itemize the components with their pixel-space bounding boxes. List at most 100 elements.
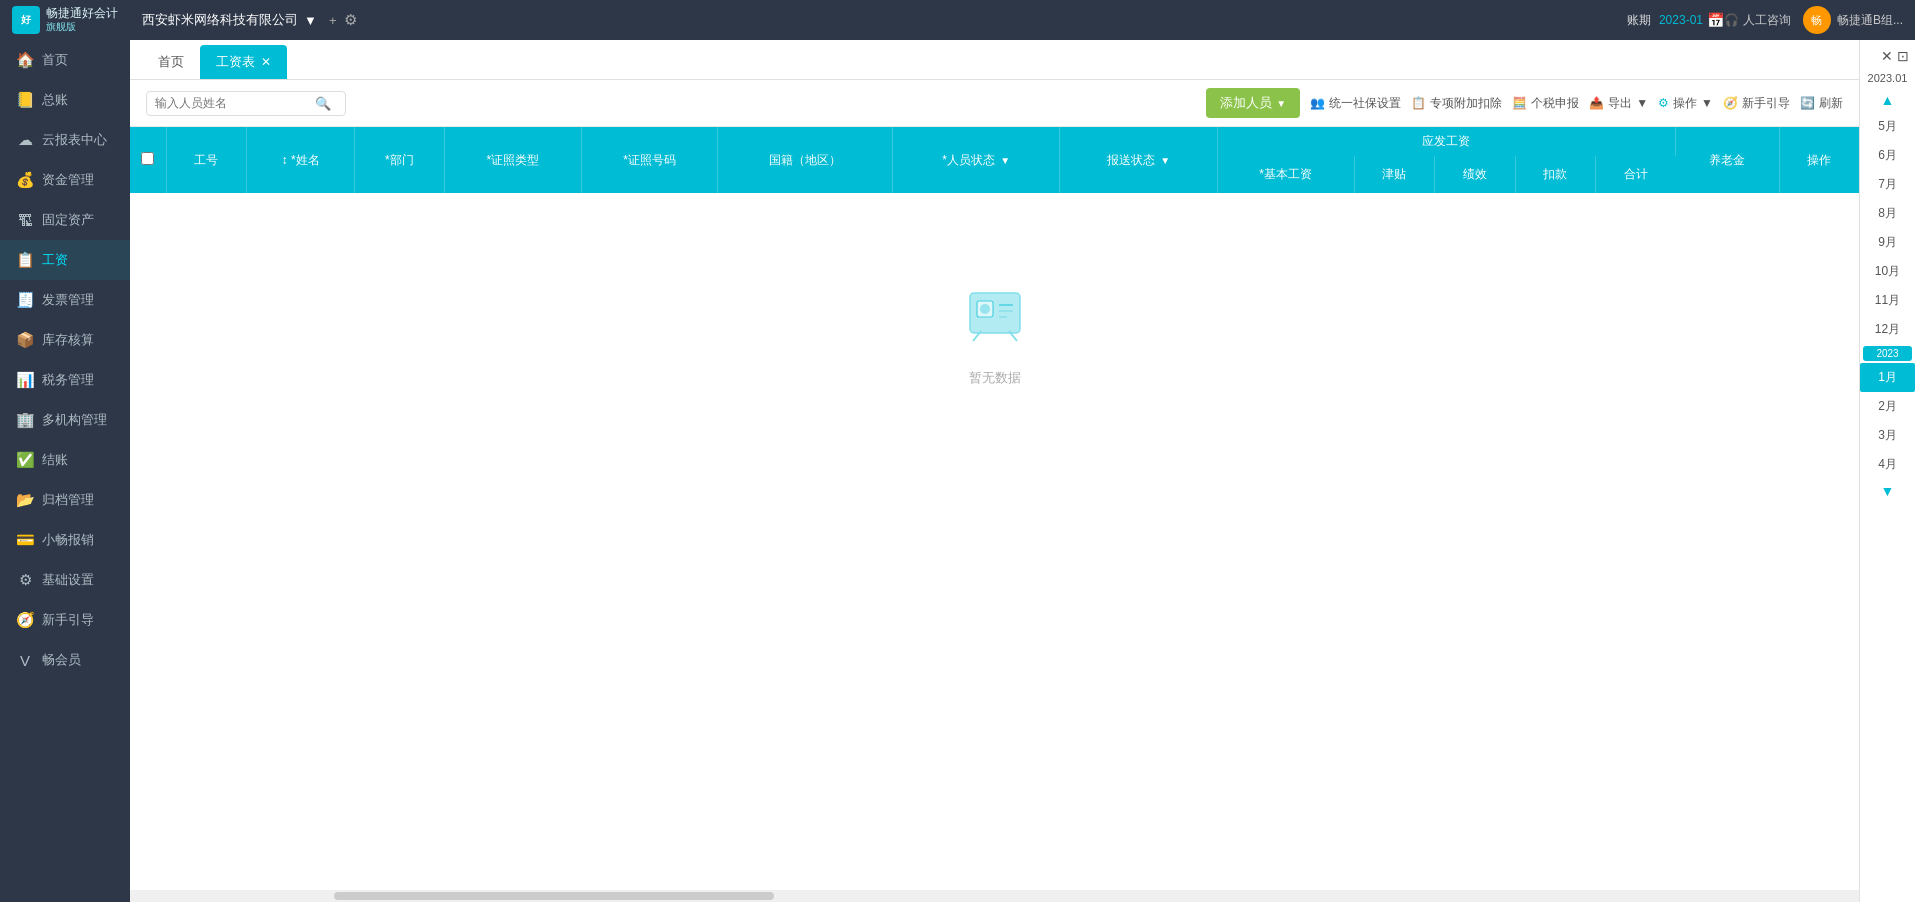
operations-btn[interactable]: ⚙ 操作 ▼	[1658, 95, 1713, 112]
search-input[interactable]	[155, 96, 315, 110]
multi-org-icon: 🏢	[16, 411, 34, 429]
th-id: 工号	[166, 127, 247, 193]
guide-icon: 🧭	[16, 611, 34, 629]
refresh-icon: 🔄	[1800, 96, 1815, 110]
ledger-icon: 📒	[16, 91, 34, 109]
sidebar-label-ledger: 总账	[42, 91, 68, 109]
month-8-2022[interactable]: 8月	[1860, 199, 1915, 228]
month-11-2022[interactable]: 11月	[1860, 286, 1915, 315]
sidebar-item-guide[interactable]: 🧭 新手引导	[0, 600, 130, 640]
invoice-icon: 🧾	[16, 291, 34, 309]
add-company-btn[interactable]: +	[329, 13, 337, 28]
panel-expand-btn[interactable]: ⊡	[1897, 48, 1909, 64]
settle-icon: ✅	[16, 451, 34, 469]
sidebar-item-fixed-asset[interactable]: 🏗 固定资产	[0, 200, 130, 240]
settings-icon[interactable]: ⚙	[344, 11, 357, 29]
month-5-2022[interactable]: 5月	[1860, 112, 1915, 141]
calendar-icon[interactable]: 📅	[1707, 12, 1724, 28]
panel-close-btn[interactable]: ✕	[1881, 48, 1893, 64]
tab-payroll[interactable]: 工资表 ✕	[200, 45, 287, 79]
sidebar-label-expense: 小畅报销	[42, 531, 94, 549]
tab-home[interactable]: 首页	[142, 45, 200, 79]
month-2-2023[interactable]: 2月	[1860, 392, 1915, 421]
sidebar-item-expense[interactable]: 💳 小畅报销	[0, 520, 130, 560]
sidebar: 🏠 首页 📒 总账 ☁ 云报表中心 💰 资金管理 🏗 固定资产 📋 工资 🧾 发…	[0, 40, 130, 902]
th-allowance: 津贴	[1354, 156, 1435, 193]
month-9-2022[interactable]: 9月	[1860, 228, 1915, 257]
panel-down-arrow[interactable]: ▼	[1877, 479, 1899, 503]
month-3-2023[interactable]: 3月	[1860, 421, 1915, 450]
sidebar-item-member[interactable]: V 畅会员	[0, 640, 130, 680]
sidebar-item-ledger[interactable]: 📒 总账	[0, 80, 130, 120]
empty-state: 暂无数据	[130, 193, 1859, 467]
person-status-filter-icon[interactable]: ▼	[1000, 155, 1010, 166]
toolbar: 🔍 添加人员 ▼ 👥 统一社保设置 📋 专项附加扣除 🧮 个税申报	[130, 80, 1859, 127]
tab-close-icon[interactable]: ✕	[261, 55, 271, 69]
payroll-table: 工号 ↕ *姓名 *部门 *证照类型 *证照号码 国籍（地区） *人员状态 ▼ …	[130, 127, 1859, 193]
table-container: 工号 ↕ *姓名 *部门 *证照类型 *证照号码 国籍（地区） *人员状态 ▼ …	[130, 127, 1859, 890]
fixed-asset-icon: 🏗	[16, 212, 34, 229]
month-12-2022[interactable]: 12月	[1860, 315, 1915, 344]
social-security-btn[interactable]: 👥 统一社保设置	[1310, 95, 1401, 112]
user-info[interactable]: 畅 畅捷通B组...	[1803, 6, 1903, 34]
sidebar-item-multi-org[interactable]: 🏢 多机构管理	[0, 400, 130, 440]
scroll-bar-area[interactable]	[130, 890, 1859, 902]
scroll-thumb[interactable]	[334, 892, 774, 900]
th-name: ↕ *姓名	[247, 127, 355, 193]
guide-label: 新手引导	[1742, 95, 1790, 112]
user-name: 畅捷通B组...	[1837, 12, 1903, 29]
th-pension: 养老金	[1675, 127, 1779, 193]
search-icon: 🔍	[315, 96, 331, 111]
company-selector[interactable]: 西安虾米网络科技有限公司 ▼	[142, 11, 317, 29]
empty-text: 暂无数据	[969, 369, 1021, 387]
sidebar-label-settle: 结账	[42, 451, 68, 469]
home-icon: 🏠	[16, 51, 34, 69]
search-wrap[interactable]: 🔍	[146, 91, 346, 116]
sidebar-label-archive: 归档管理	[42, 491, 94, 509]
month-7-2022[interactable]: 7月	[1860, 170, 1915, 199]
th-group-salary: 应发工资	[1217, 127, 1675, 156]
guide-btn[interactable]: 🧭 新手引导	[1723, 95, 1790, 112]
sidebar-label-guide: 新手引导	[42, 611, 94, 629]
add-dropdown-arrow: ▼	[1276, 98, 1286, 109]
social-security-label: 统一社保设置	[1329, 95, 1401, 112]
sidebar-item-cloud-report[interactable]: ☁ 云报表中心	[0, 120, 130, 160]
app-edition: 旗舰版	[46, 20, 118, 34]
th-report-status: 报送状态 ▼	[1060, 127, 1218, 193]
sidebar-item-base-settings[interactable]: ⚙ 基础设置	[0, 560, 130, 600]
fund-icon: 💰	[16, 171, 34, 189]
month-10-2022[interactable]: 10月	[1860, 257, 1915, 286]
panel-up-arrow[interactable]: ▲	[1877, 88, 1899, 112]
archive-icon: 📂	[16, 491, 34, 509]
sidebar-item-payroll[interactable]: 📋 工资	[0, 240, 130, 280]
select-all-checkbox[interactable]	[141, 152, 154, 165]
export-btn[interactable]: 📤 导出 ▼	[1589, 95, 1648, 112]
personal-tax-btn[interactable]: 🧮 个税申报	[1512, 95, 1579, 112]
panel-controls: ✕ ⊡	[1860, 44, 1915, 68]
sidebar-item-tax[interactable]: 📊 税务管理	[0, 360, 130, 400]
sidebar-item-archive[interactable]: 📂 归档管理	[0, 480, 130, 520]
sidebar-item-home[interactable]: 🏠 首页	[0, 40, 130, 80]
special-deduction-btn[interactable]: 📋 专项附加扣除	[1411, 95, 1502, 112]
year-2023-badge: 2023	[1863, 346, 1913, 361]
refresh-btn[interactable]: 🔄 刷新	[1800, 95, 1843, 112]
month-6-2022[interactable]: 6月	[1860, 141, 1915, 170]
sidebar-item-settle[interactable]: ✅ 结账	[0, 440, 130, 480]
dropdown-icon: ▼	[304, 13, 317, 28]
sidebar-item-invoice[interactable]: 🧾 发票管理	[0, 280, 130, 320]
report-status-filter-icon[interactable]: ▼	[1160, 155, 1170, 166]
month-4-2023[interactable]: 4月	[1860, 450, 1915, 479]
month-1-2023[interactable]: 1月	[1860, 363, 1915, 392]
empty-illustration	[955, 273, 1035, 353]
th-checkbox[interactable]	[130, 127, 166, 193]
th-total: 合计	[1596, 156, 1676, 193]
user-service-btn[interactable]: 🎧 人工咨询	[1724, 12, 1791, 29]
tab-bar: 首页 工资表 ✕	[130, 40, 1859, 80]
export-arrow: ▼	[1636, 96, 1648, 110]
social-security-icon: 👥	[1310, 96, 1325, 110]
sidebar-item-fund[interactable]: 💰 资金管理	[0, 160, 130, 200]
sidebar-item-inventory[interactable]: 📦 库存核算	[0, 320, 130, 360]
add-person-button[interactable]: 添加人员 ▼	[1206, 88, 1300, 118]
sidebar-label-home: 首页	[42, 51, 68, 69]
guide-tool-icon: 🧭	[1723, 96, 1738, 110]
